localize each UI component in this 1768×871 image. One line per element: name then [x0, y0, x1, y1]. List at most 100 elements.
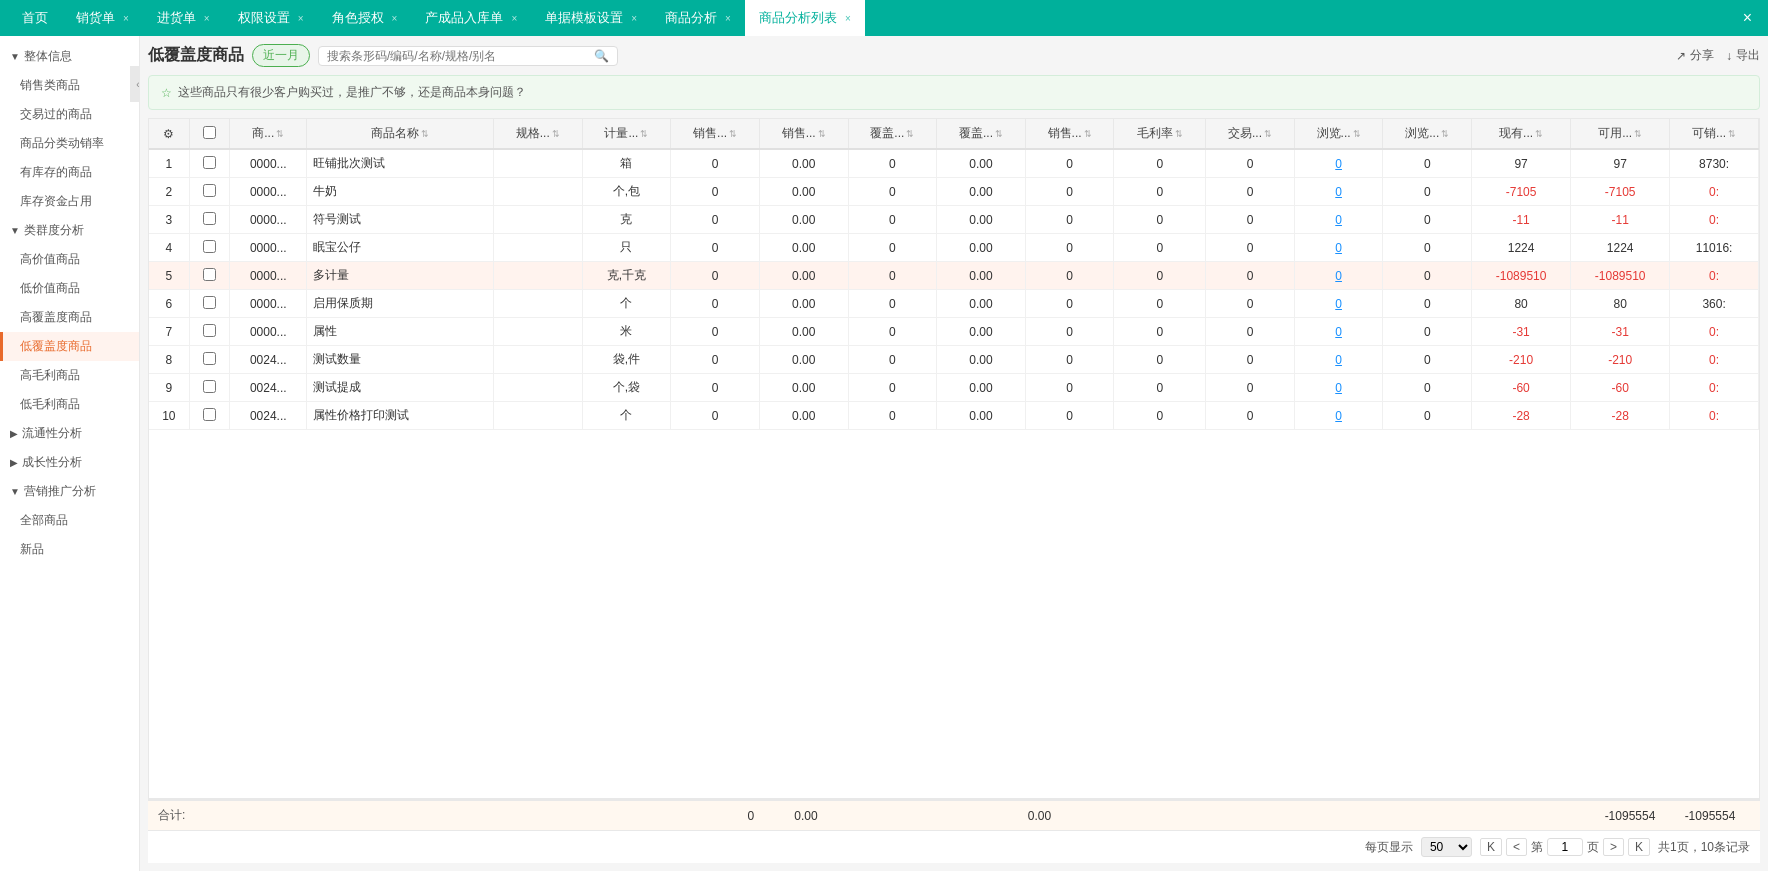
search-icon: 🔍 — [594, 49, 609, 63]
col-gross-margin[interactable]: 毛利率⇅ — [1114, 119, 1206, 149]
row-sales-count: 0 — [671, 374, 760, 402]
page-prev-btn[interactable]: < — [1506, 838, 1527, 856]
row-browse1[interactable]: 0 — [1294, 290, 1383, 318]
nav-tab-purchase-close[interactable]: × — [204, 13, 210, 24]
nav-tab-sales-close[interactable]: × — [123, 13, 129, 24]
row-browse1[interactable]: 0 — [1294, 374, 1383, 402]
col-sales-amount[interactable]: 销售...⇅ — [759, 119, 848, 149]
nav-tab-product[interactable]: 产成品入库单 × — [411, 0, 531, 36]
nav-tab-analysis-list-close[interactable]: × — [845, 13, 851, 24]
nav-tab-purchase[interactable]: 进货单 × — [143, 0, 224, 36]
sidebar-section-growth[interactable]: ▶ 成长性分析 — [0, 448, 139, 477]
nav-tab-role[interactable]: 角色授权 × — [318, 0, 412, 36]
row-sales-amount: 0.00 — [759, 234, 848, 262]
row-browse1[interactable]: 0 — [1294, 402, 1383, 430]
col-browse2[interactable]: 浏览...⇅ — [1383, 119, 1472, 149]
col-code[interactable]: 商...⇅ — [230, 119, 307, 149]
page-number-input[interactable] — [1547, 838, 1583, 856]
col-available-stock[interactable]: 可用...⇅ — [1571, 119, 1670, 149]
per-page-select[interactable]: 50 20 100 200 — [1421, 837, 1472, 857]
nav-tab-analysis[interactable]: 商品分析 × — [651, 0, 745, 36]
nav-tab-permission[interactable]: 权限设置 × — [224, 0, 318, 36]
nav-tab-analysis-list[interactable]: 商品分析列表 × — [745, 0, 865, 36]
page-last-btn[interactable]: K — [1628, 838, 1650, 856]
page-first-btn[interactable]: K — [1480, 838, 1502, 856]
row-spec — [493, 262, 582, 290]
sidebar-item-low-profit[interactable]: 低毛利商品 — [0, 390, 139, 419]
search-input[interactable] — [327, 49, 594, 63]
export-btn[interactable]: ↓ 导出 — [1726, 47, 1760, 64]
sidebar-item-new-goods[interactable]: 新品 — [0, 535, 139, 564]
col-sales3[interactable]: 销售...⇅ — [1025, 119, 1114, 149]
sidebar-section-growth-label: 成长性分析 — [22, 454, 82, 471]
share-btn[interactable]: ↗ 分享 — [1676, 47, 1714, 64]
col-trade[interactable]: 交易...⇅ — [1206, 119, 1295, 149]
nav-tab-sales[interactable]: 销货单 × — [62, 0, 143, 36]
col-coverage1[interactable]: 覆盖...⇅ — [848, 119, 937, 149]
col-saleable[interactable]: 可销...⇅ — [1670, 119, 1759, 149]
col-checkbox[interactable] — [189, 119, 229, 149]
row-spec — [493, 178, 582, 206]
col-name[interactable]: 商品名称⇅ — [307, 119, 494, 149]
sidebar-collapse-btn[interactable]: « — [130, 66, 140, 102]
close-all-tabs[interactable]: × — [1735, 9, 1760, 27]
row-browse1[interactable]: 0 — [1294, 318, 1383, 346]
row-checkbox[interactable] — [189, 374, 229, 402]
nav-tab-analysis-close[interactable]: × — [725, 13, 731, 24]
row-gross-margin: 0 — [1114, 206, 1206, 234]
sidebar-section-flow[interactable]: ▶ 流通性分析 — [0, 419, 139, 448]
nav-tab-template[interactable]: 单据模板设置 × — [531, 0, 651, 36]
sidebar-item-high-profit[interactable]: 高毛利商品 — [0, 361, 139, 390]
col-browse1[interactable]: 浏览...⇅ — [1294, 119, 1383, 149]
sidebar-item-sales-goods[interactable]: 销售类商品 — [0, 71, 139, 100]
sidebar-item-stock-goods[interactable]: 有库存的商品 — [0, 158, 139, 187]
sidebar-item-high-value[interactable]: 高价值商品 — [0, 245, 139, 274]
sidebar-item-low-coverage[interactable]: 低覆盖度商品 — [0, 332, 139, 361]
sidebar-section-overall[interactable]: ▼ 整体信息 — [0, 42, 139, 71]
page-next-btn[interactable]: > — [1603, 838, 1624, 856]
row-name: 旺铺批次测试 — [307, 149, 494, 178]
sidebar-item-category-rate[interactable]: 商品分类动销率 — [0, 129, 139, 158]
nav-tab-permission-close[interactable]: × — [298, 13, 304, 24]
row-browse1[interactable]: 0 — [1294, 149, 1383, 178]
nav-tab-home[interactable]: 首页 — [8, 0, 62, 36]
row-gross-margin: 0 — [1114, 149, 1206, 178]
row-code: 0024... — [230, 346, 307, 374]
row-checkbox[interactable] — [189, 262, 229, 290]
sidebar-section-overall-label: 整体信息 — [24, 48, 72, 65]
row-browse1[interactable]: 0 — [1294, 206, 1383, 234]
row-checkbox[interactable] — [189, 346, 229, 374]
row-checkbox[interactable] — [189, 290, 229, 318]
row-browse1[interactable]: 0 — [1294, 234, 1383, 262]
nav-tab-template-close[interactable]: × — [631, 13, 637, 24]
row-checkbox[interactable] — [189, 318, 229, 346]
sidebar-item-low-value[interactable]: 低价值商品 — [0, 274, 139, 303]
nav-tab-product-close[interactable]: × — [511, 13, 517, 24]
row-checkbox[interactable] — [189, 178, 229, 206]
col-current-stock[interactable]: 现有...⇅ — [1472, 119, 1571, 149]
col-coverage2[interactable]: 覆盖...⇅ — [937, 119, 1026, 149]
per-page-label: 每页显示 — [1365, 839, 1413, 856]
row-checkbox[interactable] — [189, 206, 229, 234]
sidebar-item-all-goods[interactable]: 全部商品 — [0, 506, 139, 535]
select-all-checkbox[interactable] — [203, 126, 216, 139]
sidebar-item-stock-capital[interactable]: 库存资金占用 — [0, 187, 139, 216]
col-settings[interactable]: ⚙ — [149, 119, 189, 149]
row-checkbox[interactable] — [189, 402, 229, 430]
sidebar-section-cluster[interactable]: ▼ 类群度分析 — [0, 216, 139, 245]
sidebar-item-high-coverage[interactable]: 高覆盖度商品 — [0, 303, 139, 332]
sidebar-item-traded-goods[interactable]: 交易过的商品 — [0, 100, 139, 129]
row-browse1[interactable]: 0 — [1294, 346, 1383, 374]
nav-tab-role-close[interactable]: × — [392, 13, 398, 24]
row-browse1[interactable]: 0 — [1294, 262, 1383, 290]
row-checkbox[interactable] — [189, 149, 229, 178]
col-spec[interactable]: 规格...⇅ — [493, 119, 582, 149]
col-unit[interactable]: 计量...⇅ — [582, 119, 671, 149]
row-browse1[interactable]: 0 — [1294, 178, 1383, 206]
filter-period-btn[interactable]: 近一月 — [252, 44, 310, 67]
nav-tab-analysis-list-label: 商品分析列表 — [759, 9, 837, 27]
sidebar-section-marketing[interactable]: ▼ 营销推广分析 — [0, 477, 139, 506]
row-current-stock: -1089510 — [1472, 262, 1571, 290]
row-checkbox[interactable] — [189, 234, 229, 262]
col-sales-count[interactable]: 销售...⇅ — [671, 119, 760, 149]
